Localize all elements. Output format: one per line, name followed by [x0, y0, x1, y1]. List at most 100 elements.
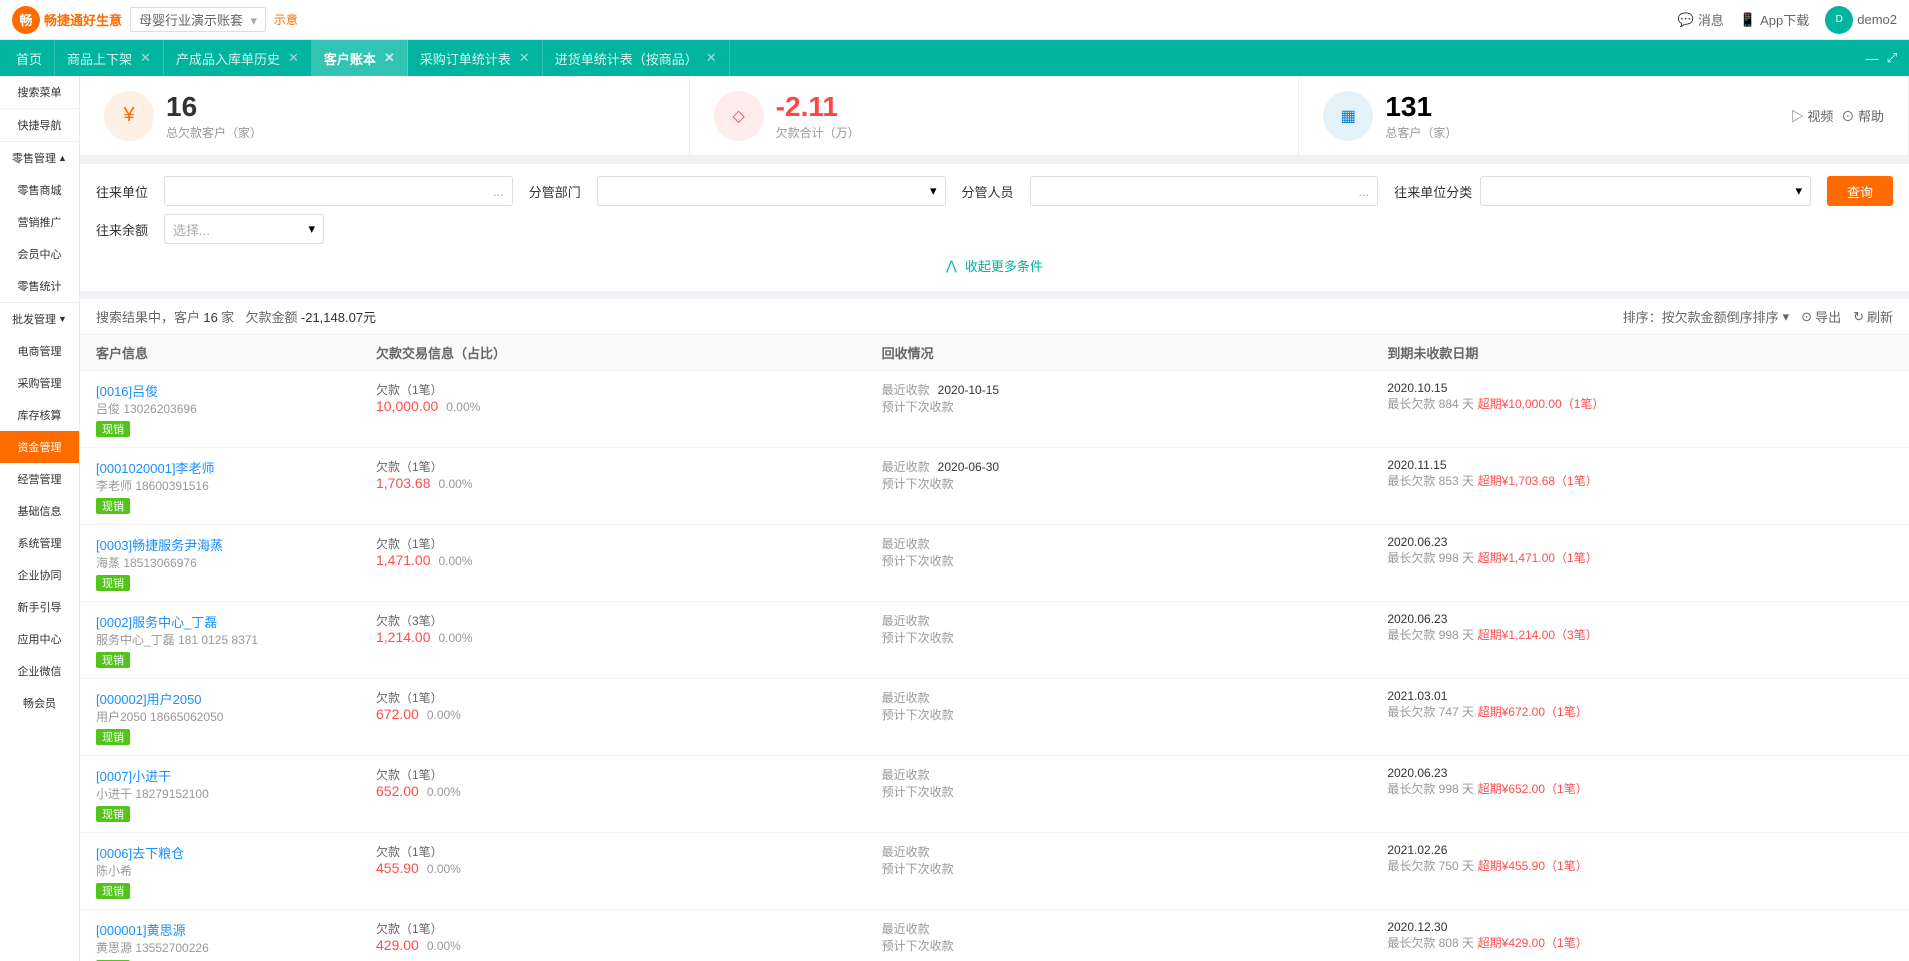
overdue-amount-0[interactable]: 超期¥10,000.00（1笔） — [1478, 397, 1605, 411]
collect-cell-7: 最近收款 预计下次收款 — [882, 920, 1388, 954]
filter-person-input[interactable]: ... — [1030, 176, 1379, 206]
customer-name-4[interactable]: [000002]用户2050 — [96, 692, 202, 707]
customer-cell-6: [0006]去下粮仓 陈小希 现销 — [96, 843, 376, 899]
view-video-btn[interactable]: ▷ 视频 — [1791, 106, 1834, 125]
sidebar-item-finance[interactable]: 资金管理 — [0, 431, 79, 463]
refresh-btn[interactable]: ↻ 刷新 — [1853, 307, 1893, 326]
owe-amount-6: 455.90 — [376, 860, 419, 876]
overdue-amount-7[interactable]: 超期¥429.00（1笔） — [1478, 936, 1588, 950]
owe-cell-5: 欠款（1笔） 652.000.00% — [376, 766, 882, 799]
query-button[interactable]: 查询 — [1827, 176, 1893, 206]
customer-name-3[interactable]: [0002]服务中心_丁磊 — [96, 615, 217, 630]
filter-dept-select[interactable]: ▾ — [597, 176, 946, 206]
sidebar-item-retail-stat[interactable]: 零售统计 — [0, 270, 79, 302]
tab-close-product-off[interactable]: ✕ — [140, 50, 151, 66]
export-icon: ⊙ — [1801, 309, 1812, 325]
overdue-amount-6[interactable]: 超期¥455.90（1笔） — [1478, 859, 1588, 873]
export-btn[interactable]: ⊙ 导出 — [1801, 307, 1841, 326]
tab-product-history[interactable]: 产成品入库单历史 ✕ — [164, 40, 312, 76]
overdue-amount-2[interactable]: 超期¥1,471.00（1笔） — [1478, 551, 1598, 565]
result-info: 搜索结果中，客户 16 家 欠款金额 -21,148.07元 — [96, 307, 376, 326]
customer-name-6[interactable]: [0006]去下粮仓 — [96, 846, 184, 861]
sidebar-item-retail-mgmt[interactable]: 零售管理 ▲ — [0, 142, 79, 174]
tab-close-customer-account[interactable]: ✕ — [384, 50, 395, 66]
sidebar-item-retail-mall[interactable]: 零售商城 — [0, 174, 79, 206]
sidebar-item-batch-mgmt[interactable]: 批发管理 ▼ — [0, 303, 79, 335]
collect-cell-0: 最近收款2020-10-15 预计下次收款 — [882, 381, 1388, 415]
filter-unit-type-select[interactable]: ▾ — [1480, 176, 1811, 206]
message-button[interactable]: 💬 消息 — [1678, 10, 1724, 29]
customer-name-0[interactable]: [0016]吕俊 — [96, 384, 158, 399]
top-bar-right: 💬 消息 📱 App下载 D demo2 — [1678, 6, 1897, 34]
customer-name-1[interactable]: [0001020001]李老师 — [96, 461, 215, 476]
overdue-amount-1[interactable]: 超期¥1,703.68（1笔） — [1478, 474, 1598, 488]
tab-product-off[interactable]: 商品上下架 ✕ — [55, 40, 164, 76]
tab-home[interactable]: 首页 — [4, 40, 55, 76]
sidebar-quick-nav[interactable]: 快捷导航 — [0, 109, 79, 141]
tab-close-product-history[interactable]: ✕ — [288, 50, 299, 66]
message-icon: 💬 — [1678, 12, 1694, 28]
sort-selector[interactable]: 排序：按欠款金额倒序排序 ▾ — [1623, 307, 1790, 326]
filter-unit-label: 往来单位 — [96, 182, 156, 201]
tab-maximize-icon[interactable]: ⤢ — [1887, 50, 1897, 66]
sidebar-item-wechat[interactable]: 企业微信 — [0, 655, 79, 687]
sidebar-item-newbie[interactable]: 新手引导 — [0, 591, 79, 623]
customer-tag-4: 现销 — [96, 729, 130, 745]
stat-owed-customers: ¥ 16 总欠款客户（家） — [80, 76, 690, 155]
sidebar-search[interactable]: 搜索菜单 — [0, 76, 79, 109]
system-selector[interactable]: 母婴行业演示账套 ▾ — [130, 7, 266, 32]
table-row: [0002]服务中心_丁磊 服务中心_丁磊 181 0125 8371 现销 欠… — [80, 602, 1909, 679]
sidebar-item-app-center[interactable]: 应用中心 — [0, 623, 79, 655]
sidebar-item-ecommerce[interactable]: 电商管理 — [0, 335, 79, 367]
sidebar-item-inventory[interactable]: 库存核算 — [0, 399, 79, 431]
tab-minimize-icon[interactable]: — — [1866, 51, 1879, 66]
sidebar-item-purchase[interactable]: 采购管理 — [0, 367, 79, 399]
tab-close-incoming-summary[interactable]: ✕ — [706, 50, 717, 66]
due-cell-7: 2020.12.30 最长欠款 808 天 超期¥429.00（1笔） — [1387, 920, 1893, 951]
customer-cell-1: [0001020001]李老师 李老师 18600391516 现销 — [96, 458, 376, 514]
sidebar-item-basic[interactable]: 基础信息 — [0, 495, 79, 527]
customer-name-7[interactable]: [000001]黄思源 — [96, 923, 186, 938]
owe-count-4: 欠款（1笔） — [376, 689, 882, 706]
sidebar-item-marketing[interactable]: 营销推广 — [0, 206, 79, 238]
owe-cell-3: 欠款（3笔） 1,214.000.00% — [376, 612, 882, 645]
customer-name-5[interactable]: [0007]小进干 — [96, 769, 171, 784]
overdue-amount-5[interactable]: 超期¥652.00（1笔） — [1478, 782, 1588, 796]
sidebar-item-enterprise[interactable]: 企业协同 — [0, 559, 79, 591]
collect-label-4: 最近收款 — [882, 691, 930, 705]
owe-count-1: 欠款（1笔） — [376, 458, 882, 475]
search-menu-label: 搜索菜单 — [4, 84, 75, 100]
collapse-btn[interactable]: ⋀ 收起更多条件 — [96, 252, 1893, 279]
filter-balance-select[interactable]: 选择... ▾ — [164, 214, 324, 244]
tab-incoming-summary[interactable]: 进货单统计表（按商品） ✕ — [543, 40, 730, 76]
sidebar-item-member2[interactable]: 畅会员 — [0, 687, 79, 719]
col-due-date: 到期未收款日期 — [1387, 343, 1893, 362]
tab-customer-account[interactable]: 客户账本 ✕ — [312, 40, 408, 76]
tab-purchase-summary[interactable]: 采购订单统计表 ✕ — [408, 40, 543, 76]
help-icon: ⊙ — [1841, 109, 1854, 124]
stat-text-1: 16 总欠款客户（家） — [166, 90, 262, 141]
help-btn[interactable]: ⊙ 帮助 — [1841, 106, 1884, 125]
collect-cell-4: 最近收款 预计下次收款 — [882, 689, 1388, 723]
owe-count-7: 欠款（1笔） — [376, 920, 882, 937]
sidebar-item-member[interactable]: 会员中心 — [0, 238, 79, 270]
sidebar-item-operation[interactable]: 经营管理 — [0, 463, 79, 495]
owe-cell-4: 欠款（1笔） 672.000.00% — [376, 689, 882, 722]
refresh-icon: ↻ — [1853, 309, 1864, 325]
table-row: [0006]去下粮仓 陈小希 现销 欠款（1笔） 455.900.00% 最近收… — [80, 833, 1909, 910]
due-date-6: 2021.02.26 — [1387, 843, 1893, 857]
col-customer-info: 客户信息 — [96, 343, 376, 362]
示意-link[interactable]: 示意 — [274, 11, 298, 28]
owe-pct-5: 0.00% — [427, 785, 461, 799]
customer-cell-0: [0016]吕俊 吕俊 13026203696 现销 — [96, 381, 376, 437]
stat-top-actions: ▷ 视频 ⊙ 帮助 — [1791, 106, 1884, 125]
user-avatar[interactable]: D demo2 — [1825, 6, 1897, 34]
filter-row-2: 往来余额 选择... ▾ — [96, 214, 1893, 244]
sidebar-item-system[interactable]: 系统管理 — [0, 527, 79, 559]
overdue-amount-4[interactable]: 超期¥672.00（1笔） — [1478, 705, 1588, 719]
overdue-amount-3[interactable]: 超期¥1,214.00（3笔） — [1478, 628, 1598, 642]
app-download-button[interactable]: 📱 App下载 — [1740, 10, 1809, 29]
tab-close-purchase-summary[interactable]: ✕ — [519, 50, 530, 66]
filter-unit-input[interactable]: ... — [164, 176, 513, 206]
customer-name-2[interactable]: [0003]畅捷服务尹海蒸 — [96, 538, 223, 553]
